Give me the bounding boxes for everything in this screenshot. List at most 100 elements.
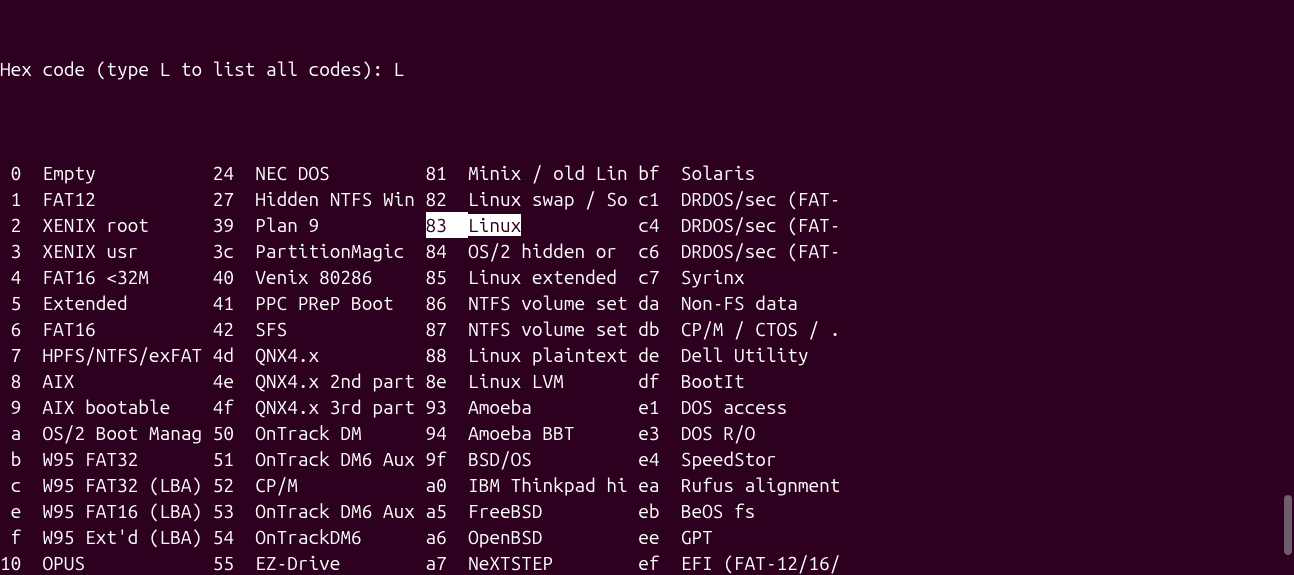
column-gap: [447, 524, 468, 550]
partition-code: e3: [638, 420, 659, 446]
partition-name: FreeBSD: [468, 498, 638, 524]
partition-name: Non-FS data: [681, 290, 851, 316]
partition-name: CP/M / CTOS / .: [681, 316, 851, 342]
column-gap: [234, 212, 255, 238]
column-gap: [447, 316, 468, 342]
column-gap: [447, 420, 468, 446]
partition-code: a6: [426, 524, 447, 550]
column-gap: [21, 264, 42, 290]
partition-code: a7: [426, 550, 447, 575]
partition-code: 0: [0, 160, 21, 186]
partition-code: 27: [213, 186, 234, 212]
column-gap: [447, 368, 468, 394]
partition-code: e: [0, 498, 21, 524]
scrollbar[interactable]: [1282, 0, 1292, 575]
partition-code: 40: [213, 264, 234, 290]
column-gap: [660, 290, 681, 316]
column-gap: [660, 446, 681, 472]
partition-code: bf: [638, 160, 659, 186]
column-gap: [660, 498, 681, 524]
partition-name: Syrinx: [681, 264, 851, 290]
column-gap: [447, 264, 468, 290]
column-gap: [660, 420, 681, 446]
table-row: 4 FAT16 <32M 40 Venix 80286 85 Linux ext…: [0, 264, 1294, 290]
partition-name: Dell Utility: [681, 342, 851, 368]
partition-code: 3: [0, 238, 21, 264]
partition-name: Linux extended: [468, 264, 638, 290]
partition-name: OpenBSD: [468, 524, 638, 550]
partition-code: ee: [638, 524, 659, 550]
partition-name: BeOS fs: [681, 498, 851, 524]
partition-name: NTFS volume set: [468, 316, 638, 342]
partition-code: 93: [426, 394, 447, 420]
table-row: 9 AIX bootable 4f QNX4.x 3rd part 93 Amo…: [0, 394, 1294, 420]
partition-name: NTFS volume set: [468, 290, 638, 316]
column-gap: [447, 498, 468, 524]
column-gap: [660, 394, 681, 420]
partition-name: XENIX root: [43, 212, 213, 238]
column-gap: [660, 160, 681, 186]
column-gap: [21, 316, 42, 342]
column-gap: [447, 160, 468, 186]
scrollbar-thumb[interactable]: [1284, 495, 1292, 555]
partition-code: 81: [426, 160, 447, 186]
partition-name: OnTrack DM6 Aux: [255, 446, 425, 472]
partition-name: Extended: [43, 290, 213, 316]
table-row: 10 OPUS 55 EZ-Drive a7 NeXTSTEP ef EFI (…: [0, 550, 1294, 575]
partition-code: 4e: [213, 368, 234, 394]
column-gap: [21, 524, 42, 550]
partition-code: df: [638, 368, 659, 394]
column-gap: [447, 446, 468, 472]
partition-code: e4: [638, 446, 659, 472]
partition-code: eb: [638, 498, 659, 524]
column-gap: [447, 290, 468, 316]
column-gap: [21, 212, 42, 238]
partition-name: EZ-Drive: [255, 550, 425, 575]
partition-name: IBM Thinkpad hi: [468, 472, 638, 498]
partition-code: e1: [638, 394, 659, 420]
partition-code: 5: [0, 290, 21, 316]
partition-code: 6: [0, 316, 21, 342]
partition-code: 9: [0, 394, 21, 420]
column-gap: [234, 342, 255, 368]
partition-name: DRDOS/sec (FAT-: [681, 212, 851, 238]
partition-name: AIX bootable: [43, 394, 213, 420]
partition-name: BSD/OS: [468, 446, 638, 472]
column-gap: [21, 472, 42, 498]
partition-code: 10: [0, 550, 21, 575]
column-gap: [21, 394, 42, 420]
table-row: 3 XENIX usr 3c PartitionMagic 84 OS/2 hi…: [0, 238, 1294, 264]
partition-name: OS/2 hidden or: [468, 238, 638, 264]
partition-code: 53: [213, 498, 234, 524]
partition-code: 7: [0, 342, 21, 368]
partition-name: NEC DOS: [255, 160, 425, 186]
partition-code: a0: [426, 472, 447, 498]
partition-code: ef: [638, 550, 659, 575]
column-gap: [234, 420, 255, 446]
partition-code: 9f: [426, 446, 447, 472]
column-gap: [234, 524, 255, 550]
partition-code: 4d: [213, 342, 234, 368]
partition-code: c: [0, 472, 21, 498]
partition-name: W95 FAT16 (LBA): [43, 498, 213, 524]
partition-name: Linux LVM: [468, 368, 638, 394]
partition-name: PartitionMagic: [255, 238, 425, 264]
prompt-line: Hex code (type L to list all codes): L: [0, 56, 1294, 82]
column-gap: [447, 342, 468, 368]
partition-name: OS/2 Boot Manag: [43, 420, 213, 446]
partition-code: ea: [638, 472, 659, 498]
partition-name: SFS: [255, 316, 425, 342]
partition-type-list: 0 Empty 24 NEC DOS 81 Minix / old Lin bf…: [0, 160, 1294, 575]
table-row: e W95 FAT16 (LBA) 53 OnTrack DM6 Aux a5 …: [0, 498, 1294, 524]
table-row: 8 AIX 4e QNX4.x 2nd part 8e Linux LVM df…: [0, 368, 1294, 394]
partition-code: 4: [0, 264, 21, 290]
column-gap: [21, 186, 42, 212]
partition-name: OnTrack DM6 Aux: [255, 498, 425, 524]
column-gap: [660, 524, 681, 550]
column-gap: [447, 212, 468, 238]
partition-code: da: [638, 290, 659, 316]
partition-name: NeXTSTEP: [468, 550, 638, 575]
table-row: f W95 Ext'd (LBA) 54 OnTrackDM6 a6 OpenB…: [0, 524, 1294, 550]
column-gap: [660, 238, 681, 264]
partition-code: a5: [426, 498, 447, 524]
